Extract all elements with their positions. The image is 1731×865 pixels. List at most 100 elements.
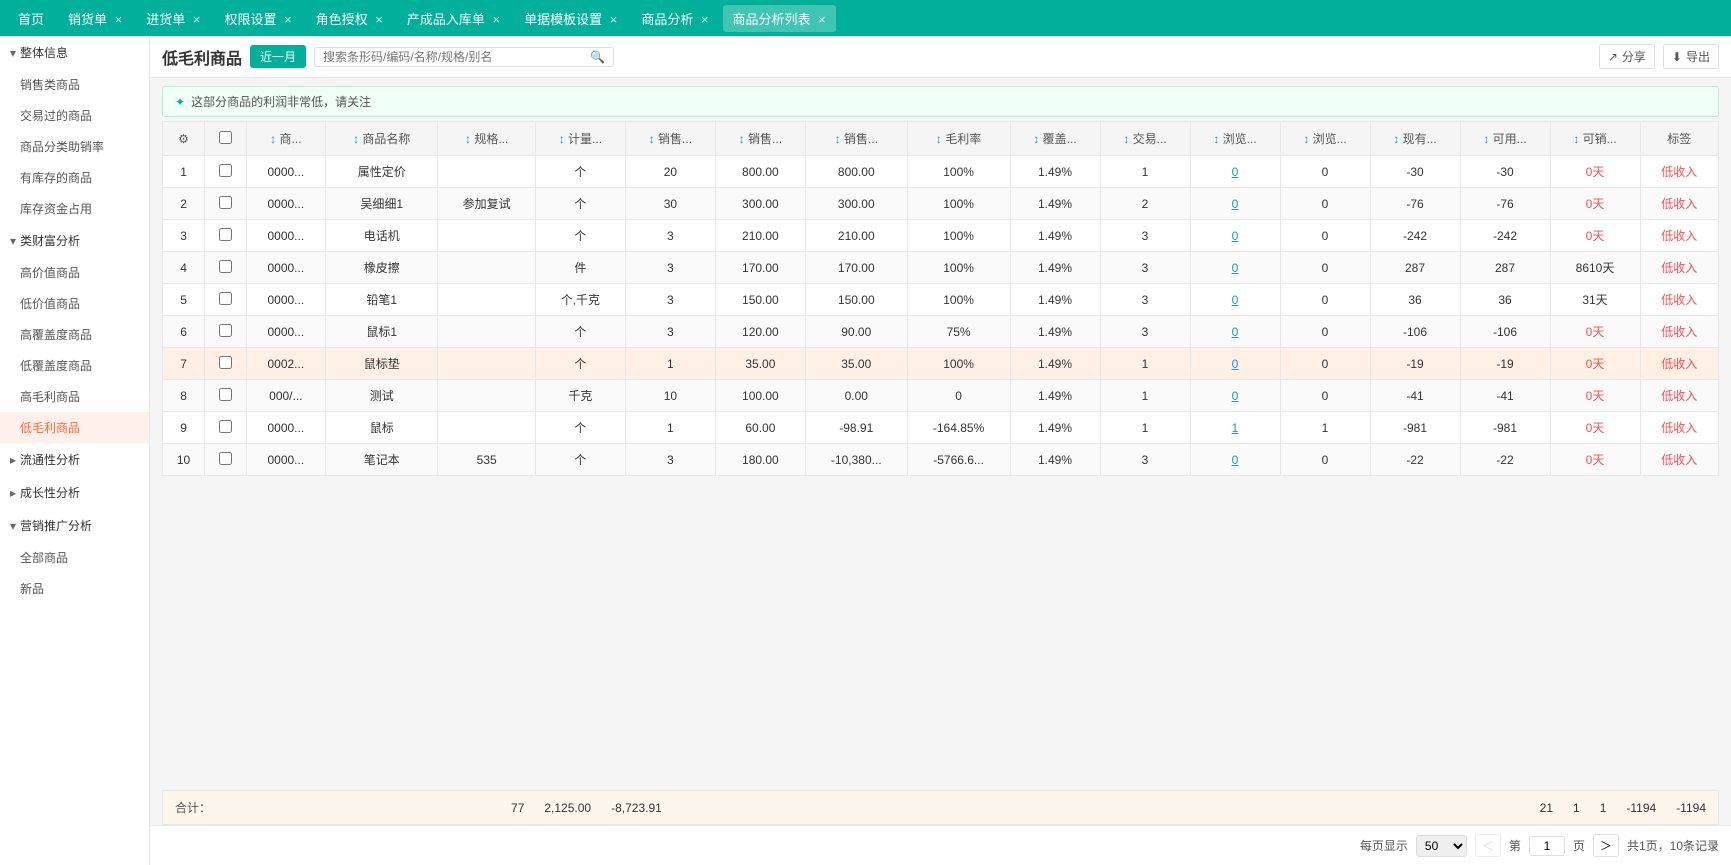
row-check-4[interactable]: [219, 292, 232, 305]
row-view1[interactable]: 0: [1190, 252, 1280, 284]
table-row: 7 0002... 鼠标垫 个 1 35.00 35.00 100% 1.49%…: [163, 348, 1719, 380]
col-settings[interactable]: ⚙: [163, 122, 205, 156]
select-all-checkbox[interactable]: [219, 131, 232, 144]
row-saleable: 0天: [1550, 348, 1640, 380]
nav-item-analysis[interactable]: 商品分析 ×: [631, 5, 718, 32]
col-sales-qty[interactable]: ↕ 销售...: [625, 122, 715, 156]
col-sales-amount[interactable]: ↕ 销售...: [805, 122, 907, 156]
row-checkbox[interactable]: [205, 444, 247, 476]
row-view1[interactable]: 0: [1190, 220, 1280, 252]
row-check-0[interactable]: [219, 164, 232, 177]
sidebar-item-new-products[interactable]: 新品: [0, 573, 149, 604]
col-unit[interactable]: ↕ 计量...: [535, 122, 625, 156]
row-spec: 参加复试: [438, 188, 535, 220]
row-view1[interactable]: 0: [1190, 188, 1280, 220]
sidebar-item-high-value[interactable]: 高价值商品: [0, 257, 149, 288]
row-check-2[interactable]: [219, 228, 232, 241]
row-view1[interactable]: 0: [1190, 444, 1280, 476]
row-check-7[interactable]: [219, 388, 232, 401]
row-view2: 0: [1280, 444, 1370, 476]
row-check-1[interactable]: [219, 196, 232, 209]
col-gross-rate[interactable]: ↕ 毛利率: [907, 122, 1010, 156]
row-view1[interactable]: 0: [1190, 284, 1280, 316]
row-view1[interactable]: 1: [1190, 412, 1280, 444]
row-checkbox[interactable]: [205, 284, 247, 316]
sidebar-item-category-rate[interactable]: 商品分类助销率: [0, 131, 149, 162]
table-row: 6 0000... 鼠标1 个 3 120.00 90.00 75% 1.49%…: [163, 316, 1719, 348]
row-check-5[interactable]: [219, 324, 232, 337]
row-checkbox[interactable]: [205, 316, 247, 348]
row-checkbox[interactable]: [205, 188, 247, 220]
row-sales-amount: 35.00: [805, 348, 907, 380]
row-check-6[interactable]: [219, 356, 232, 369]
sidebar-group-growth[interactable]: ▸ 成长性分析: [0, 476, 149, 509]
col-checkbox[interactable]: [205, 122, 247, 156]
table-row: 3 0000... 电话机 个 3 210.00 210.00 100% 1.4…: [163, 220, 1719, 252]
nav-item-sales[interactable]: 销货单 ×: [58, 5, 132, 32]
nav-item-role[interactable]: 角色授权 ×: [306, 5, 393, 32]
row-view1[interactable]: 0: [1190, 348, 1280, 380]
nav-item-product-in[interactable]: 产成品入库单 ×: [397, 5, 510, 32]
col-view2[interactable]: ↕ 浏览...: [1280, 122, 1370, 156]
page-number-input[interactable]: [1529, 836, 1565, 856]
sidebar-item-capital[interactable]: 库存资金占用: [0, 193, 149, 224]
col-view1[interactable]: ↕ 浏览...: [1190, 122, 1280, 156]
col-available[interactable]: ↕ 可用...: [1460, 122, 1550, 156]
sidebar-group-wealth[interactable]: ▾ 类财富分析: [0, 224, 149, 257]
col-spec[interactable]: ↕ 规格...: [438, 122, 535, 156]
row-checkbox[interactable]: [205, 156, 247, 188]
row-check-8[interactable]: [219, 420, 232, 433]
nav-item-template[interactable]: 单据模板设置 ×: [514, 5, 627, 32]
filter-button[interactable]: 近一月: [250, 45, 306, 68]
sidebar-item-all-products[interactable]: 全部商品: [0, 542, 149, 573]
sidebar-item-has-stock[interactable]: 有库存的商品: [0, 162, 149, 193]
sidebar-item-low-margin[interactable]: 低毛利商品: [0, 412, 149, 443]
sidebar-item-low-value[interactable]: 低价值商品: [0, 288, 149, 319]
sidebar-item-low-coverage[interactable]: 低覆盖度商品: [0, 350, 149, 381]
row-checkbox[interactable]: [205, 348, 247, 380]
row-view1[interactable]: 0: [1190, 316, 1280, 348]
per-page-select[interactable]: 50 100 200: [1416, 835, 1467, 857]
row-sales-amount: 170.00: [805, 252, 907, 284]
sidebar-item-traded[interactable]: 交易过的商品: [0, 100, 149, 131]
row-check-3[interactable]: [219, 260, 232, 273]
nav-item-perm[interactable]: 权限设置 ×: [214, 5, 301, 32]
search-input[interactable]: [323, 50, 590, 64]
arrow-icon-2: ▾: [10, 234, 16, 248]
row-gross-rate: 100%: [907, 284, 1010, 316]
col-saleable[interactable]: ↕ 可销...: [1550, 122, 1640, 156]
next-page-button[interactable]: ＞: [1593, 834, 1619, 857]
footer-view2: 1: [1600, 801, 1607, 815]
nav-item-analysis-list[interactable]: 商品分析列表 ×: [723, 5, 836, 32]
search-icon[interactable]: 🔍: [590, 50, 605, 64]
row-gross-rate: 100%: [907, 156, 1010, 188]
sidebar-item-sales-products[interactable]: 销售类商品: [0, 69, 149, 100]
sidebar-item-high-coverage[interactable]: 高覆盖度商品: [0, 319, 149, 350]
col-name[interactable]: ↕ 商品名称: [326, 122, 438, 156]
row-saleable: 0天: [1550, 380, 1640, 412]
col-coverage[interactable]: ↕ 覆盖...: [1010, 122, 1100, 156]
export-button[interactable]: ⬇ 导出: [1663, 44, 1719, 69]
col-code[interactable]: ↕ 商...: [246, 122, 325, 156]
nav-item-purchase[interactable]: 进货单 ×: [136, 5, 210, 32]
row-checkbox[interactable]: [205, 412, 247, 444]
nav-item-home[interactable]: 首页: [8, 5, 54, 32]
row-checkbox[interactable]: [205, 220, 247, 252]
col-current[interactable]: ↕ 现有...: [1370, 122, 1460, 156]
sidebar-group-liquidity[interactable]: ▸ 流通性分析: [0, 443, 149, 476]
row-trade: 1: [1100, 156, 1190, 188]
sidebar-group-overall[interactable]: ▾ 整体信息: [0, 36, 149, 69]
col-sales-price[interactable]: ↕ 销售...: [715, 122, 805, 156]
row-check-9[interactable]: [219, 452, 232, 465]
sidebar-group-marketing[interactable]: ▾ 营销推广分析: [0, 509, 149, 542]
row-view1[interactable]: 0: [1190, 156, 1280, 188]
row-view1[interactable]: 0: [1190, 380, 1280, 412]
col-trade[interactable]: ↕ 交易...: [1100, 122, 1190, 156]
row-checkbox[interactable]: [205, 252, 247, 284]
share-button[interactable]: ↗ 分享: [1599, 44, 1655, 69]
sidebar-item-high-margin[interactable]: 高毛利商品: [0, 381, 149, 412]
row-coverage: 1.49%: [1010, 220, 1100, 252]
data-table: ⚙ ↕ 商... ↕ 商品名称 ↕ 规格... ↕ 计量... ↕ 销售... …: [162, 121, 1719, 476]
prev-page-button[interactable]: ＜: [1475, 834, 1501, 857]
row-checkbox[interactable]: [205, 380, 247, 412]
